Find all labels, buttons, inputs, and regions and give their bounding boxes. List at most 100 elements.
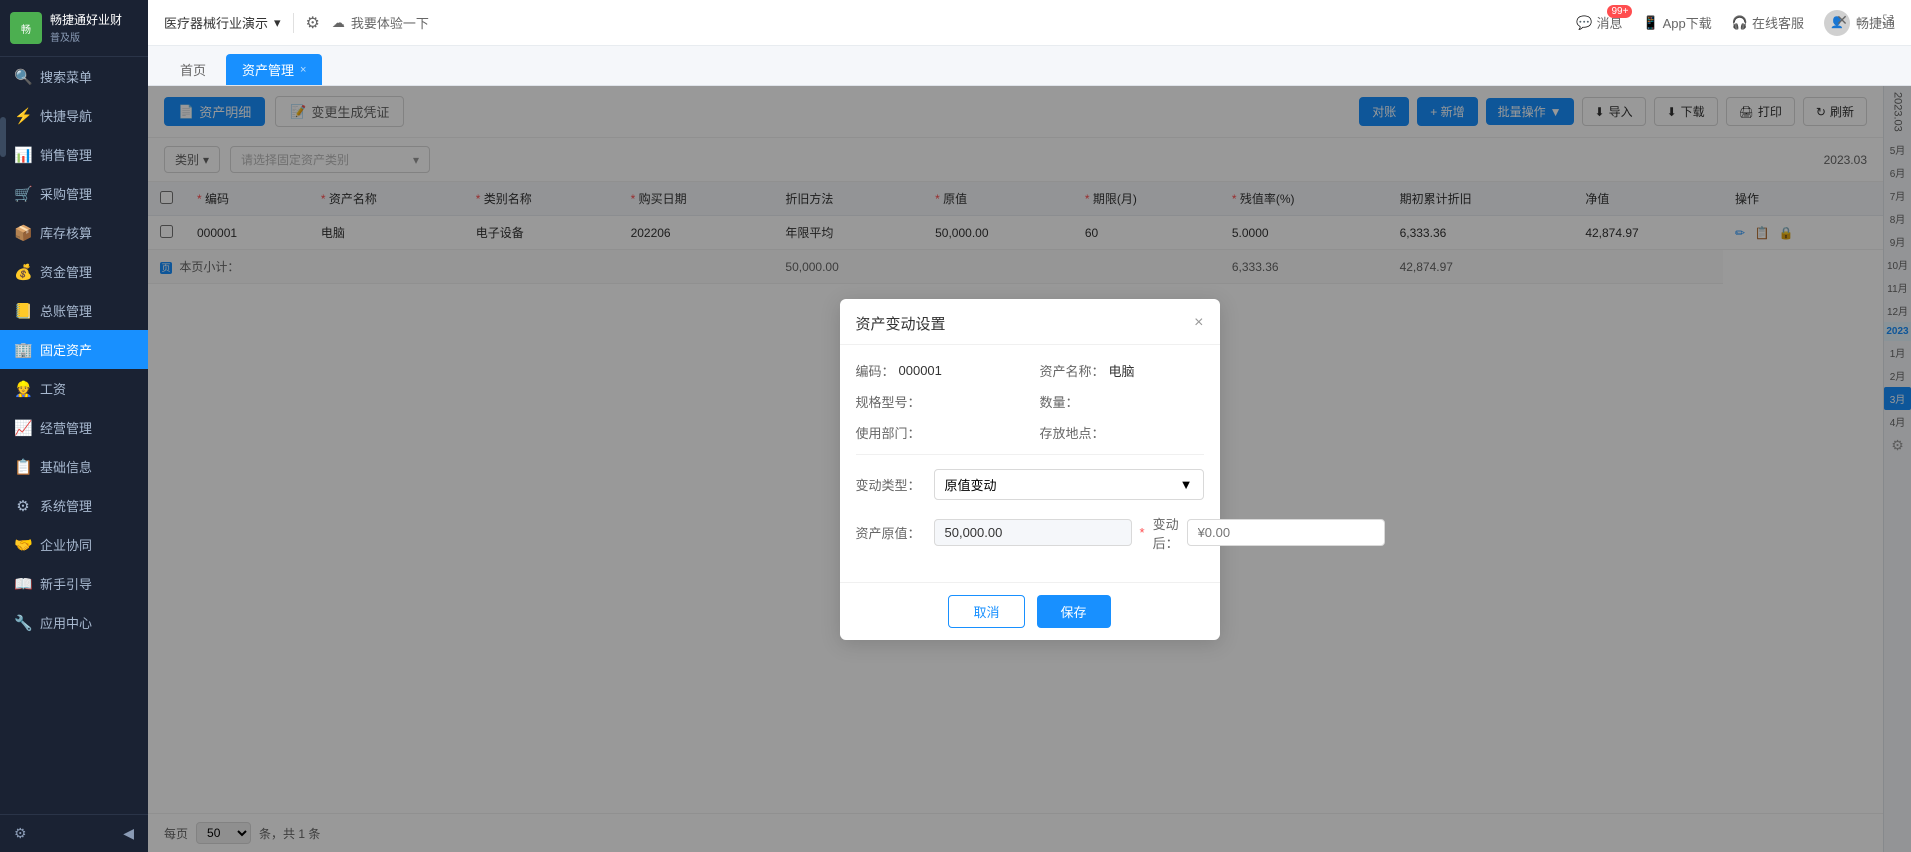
- after-change-input[interactable]: [1187, 519, 1385, 546]
- field-code-value: 000001: [899, 363, 942, 378]
- cooperation-icon: 🤝: [14, 536, 32, 554]
- dialog-close-button[interactable]: ×: [1194, 314, 1203, 332]
- system-icon: ⚙: [14, 497, 32, 515]
- app-title: 畅捷通好业财: [50, 12, 122, 29]
- sidebar-item-label: 总账管理: [40, 301, 92, 320]
- sidebar-item-guide[interactable]: 📖 新手引导: [0, 564, 148, 603]
- inventory-icon: 📦: [14, 224, 32, 242]
- tab-home[interactable]: 首页: [164, 54, 222, 85]
- app-download-button[interactable]: 📱 App下载: [1642, 13, 1711, 32]
- field-name-label: 资产名称：: [1040, 361, 1105, 380]
- sidebar-item-finance[interactable]: 💰 资金管理: [0, 252, 148, 291]
- change-type-row: 变动类型： 原值变动 ▼: [856, 469, 1204, 500]
- change-type-label: 变动类型：: [856, 475, 926, 494]
- asset-change-dialog: 资产变动设置 × 编码： 000001 资产名称： 电脑: [840, 299, 1220, 640]
- sidebar-item-label: 销售管理: [40, 145, 92, 164]
- required-star: *: [1140, 525, 1145, 540]
- sidebar-item-label: 工资: [40, 379, 66, 398]
- sidebar-footer: ⚙ ◀: [0, 814, 148, 852]
- cancel-button[interactable]: 取消: [948, 595, 1024, 628]
- sidebar-item-label: 新手引导: [40, 574, 92, 593]
- search-icon: 🔍: [14, 68, 32, 86]
- field-name-value: 电脑: [1109, 361, 1135, 380]
- notifications-icon: 💬: [1576, 15, 1592, 31]
- save-button[interactable]: 保存: [1037, 595, 1111, 628]
- topbar-settings-icon[interactable]: ⚙: [306, 13, 320, 33]
- after-change-label: 变动后：: [1153, 514, 1179, 552]
- dialog-field-dept: 使用部门：: [856, 423, 1020, 442]
- experience-button[interactable]: ☁ 我要体验一下: [332, 13, 429, 32]
- sidebar-scroll: 🔍 搜索菜单 ⚡ 快捷导航 📊 销售管理 🛒 采购管理 📦 库存核算 💰 资金管…: [0, 57, 148, 814]
- dialog-field-code: 编码： 000001: [856, 361, 1020, 380]
- online-service-button[interactable]: 🎧 在线客服: [1732, 13, 1804, 32]
- sidebar-item-management[interactable]: 📈 经营管理: [0, 408, 148, 447]
- ledger-icon: 📒: [14, 302, 32, 320]
- sidebar-item-search[interactable]: 🔍 搜索菜单: [0, 57, 148, 96]
- close-window-button[interactable]: ✕: [1819, 0, 1865, 40]
- settings-footer-icon[interactable]: ⚙: [14, 825, 27, 842]
- dialog-field-name: 资产名称： 电脑: [1040, 361, 1204, 380]
- sidebar-item-purchase[interactable]: 🛒 采购管理: [0, 174, 148, 213]
- sidebar-scroll-thumb: [0, 117, 6, 157]
- sidebar-item-quicknav[interactable]: ⚡ 快捷导航: [0, 96, 148, 135]
- sidebar-item-label: 经营管理: [40, 418, 92, 437]
- experience-text: 我要体验一下: [351, 13, 429, 32]
- dialog-divider: [856, 454, 1204, 455]
- sidebar-item-basic-info[interactable]: 📋 基础信息: [0, 447, 148, 486]
- modal-overlay: 资产变动设置 × 编码： 000001 资产名称： 电脑: [148, 86, 1911, 852]
- management-icon: 📈: [14, 419, 32, 437]
- tab-close-icon[interactable]: ×: [300, 64, 306, 76]
- apps-icon: 🔧: [14, 614, 32, 632]
- app-download-icon: 📱: [1642, 15, 1658, 31]
- sidebar-item-label: 基础信息: [40, 457, 92, 476]
- dialog-footer: 取消 保存: [840, 582, 1220, 640]
- main-area: 医疗器械行业演示 ▾ ⚙ ☁ 我要体验一下 💬 消息 99+ 📱 App下载 🎧…: [148, 0, 1911, 852]
- sidebar-item-cooperation[interactable]: 🤝 企业协同: [0, 525, 148, 564]
- collapse-sidebar-button[interactable]: ◀: [123, 825, 134, 842]
- sidebar-item-label: 应用中心: [40, 613, 92, 632]
- maximize-window-button[interactable]: ⛶: [1865, 0, 1911, 40]
- quicknav-icon: ⚡: [14, 107, 32, 125]
- change-type-arrow-icon: ▼: [1180, 477, 1193, 492]
- tab-asset-label: 资产管理: [242, 60, 294, 79]
- dialog-field-quantity: 数量：: [1040, 392, 1204, 411]
- company-dropdown-icon: ▾: [274, 15, 281, 31]
- fixed-assets-icon: 🏢: [14, 341, 32, 359]
- dialog-info-row-2: 规格型号： 数量：: [856, 392, 1204, 411]
- sidebar-item-fixed-assets[interactable]: 🏢 固定资产: [0, 330, 148, 369]
- sidebar-item-label: 采购管理: [40, 184, 92, 203]
- online-service-icon: 🎧: [1732, 15, 1748, 31]
- sidebar-item-system[interactable]: ⚙ 系统管理: [0, 486, 148, 525]
- change-type-value: 原值变动: [945, 475, 997, 494]
- dialog-title: 资产变动设置: [856, 313, 946, 334]
- sidebar-item-label: 系统管理: [40, 496, 92, 515]
- sidebar: 畅 畅捷通好业财 普及版 🔍 搜索菜单 ⚡ 快捷导航 📊 销售管理 🛒 采购管理…: [0, 0, 148, 852]
- sidebar-item-payroll[interactable]: 👷 工资: [0, 369, 148, 408]
- field-dept-label: 使用部门：: [856, 423, 921, 442]
- sidebar-item-inventory[interactable]: 📦 库存核算: [0, 213, 148, 252]
- dialog-info-row-1: 编码： 000001 资产名称： 电脑: [856, 361, 1204, 380]
- guide-icon: 📖: [14, 575, 32, 593]
- dialog-info-row-3: 使用部门： 存放地点：: [856, 423, 1204, 442]
- value-row: 资产原值： * 变动后：: [856, 514, 1204, 552]
- sidebar-item-apps[interactable]: 🔧 应用中心: [0, 603, 148, 642]
- company-name: 医疗器械行业演示: [164, 13, 268, 32]
- tab-asset-management[interactable]: 资产管理 ×: [226, 54, 322, 85]
- dialog-header: 资产变动设置 ×: [840, 299, 1220, 345]
- sidebar-item-ledger[interactable]: 📒 总账管理: [0, 291, 148, 330]
- sidebar-item-label: 企业协同: [40, 535, 92, 554]
- topbar: 医疗器械行业演示 ▾ ⚙ ☁ 我要体验一下 💬 消息 99+ 📱 App下载 🎧…: [148, 0, 1911, 46]
- sidebar-item-sales[interactable]: 📊 销售管理: [0, 135, 148, 174]
- sidebar-item-label: 库存核算: [40, 223, 92, 242]
- window-controls: ✕ ⛶: [1819, 0, 1911, 40]
- app-title-block: 畅捷通好业财 普及版: [50, 12, 122, 44]
- dialog-field-location: 存放地点：: [1040, 423, 1204, 442]
- field-quantity-label: 数量：: [1040, 392, 1079, 411]
- sidebar-item-label: 搜索菜单: [40, 67, 92, 86]
- original-value-input[interactable]: [934, 519, 1132, 546]
- purchase-icon: 🛒: [14, 185, 32, 203]
- original-value-label: 资产原值：: [856, 523, 926, 542]
- notifications-button[interactable]: 💬 消息 99+: [1576, 13, 1622, 32]
- company-selector[interactable]: 医疗器械行业演示 ▾: [164, 13, 281, 32]
- change-type-select[interactable]: 原值变动 ▼: [934, 469, 1204, 500]
